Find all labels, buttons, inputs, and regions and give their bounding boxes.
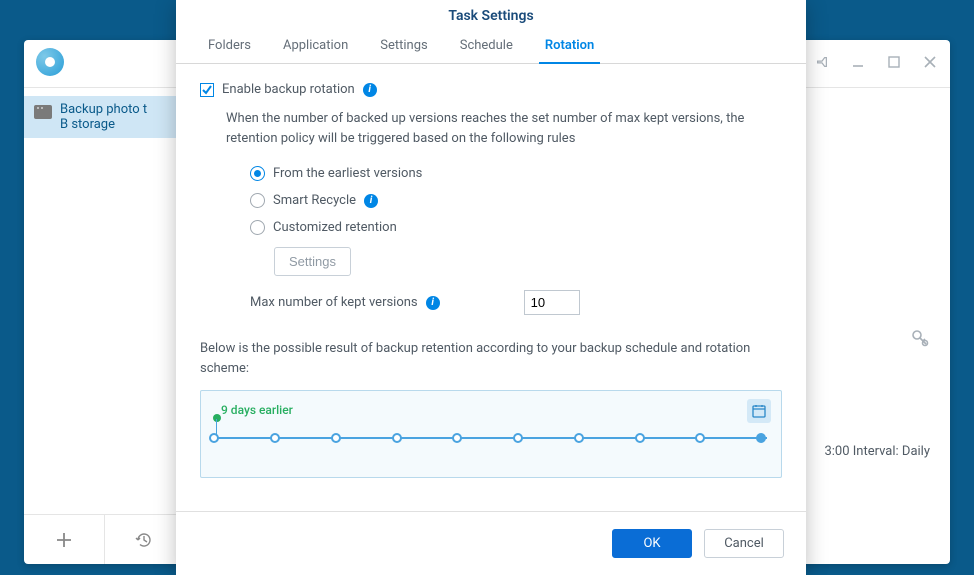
- timeline-point: [756, 433, 766, 443]
- timeline-point: [452, 433, 462, 443]
- radio-from-earliest[interactable]: [250, 166, 265, 181]
- timeline-start-dot: [213, 414, 221, 422]
- radio-customized[interactable]: [250, 220, 265, 235]
- timeline-point: [270, 433, 280, 443]
- tab-schedule[interactable]: Schedule: [456, 32, 517, 63]
- sidebar: Backup photo t B storage: [24, 88, 184, 514]
- pin-icon[interactable]: [810, 50, 834, 74]
- timeline-point: [392, 433, 402, 443]
- radio-customized-label: Customized retention: [273, 220, 397, 235]
- timeline-point: [513, 433, 523, 443]
- plus-icon: [55, 531, 73, 549]
- timeline-point: [695, 433, 705, 443]
- schedule-summary: 3:00 Interval: Daily: [824, 444, 930, 459]
- minimize-icon[interactable]: [846, 50, 870, 74]
- check-icon: [201, 84, 213, 96]
- max-versions-input[interactable]: [524, 290, 580, 315]
- server-icon: [34, 105, 52, 119]
- retention-timeline: 9 days earlier: [200, 390, 782, 478]
- app-logo-icon: [36, 48, 64, 76]
- enable-rotation-label: Enable backup rotation: [222, 82, 355, 97]
- info-icon[interactable]: i: [426, 296, 440, 310]
- dialog-title: Task Settings: [176, 0, 806, 32]
- close-icon[interactable]: [918, 50, 942, 74]
- enable-rotation-checkbox[interactable]: [200, 83, 214, 97]
- sidebar-task-item[interactable]: Backup photo t B storage: [24, 96, 183, 138]
- tab-settings[interactable]: Settings: [376, 32, 431, 63]
- key-icon[interactable]: [910, 328, 930, 352]
- radio-smart-recycle[interactable]: [250, 193, 265, 208]
- preview-description: Below is the possible result of backup r…: [200, 315, 782, 378]
- radio-from-earliest-label: From the earliest versions: [273, 166, 422, 181]
- task-settings-dialog: Task Settings Folders Application Settin…: [176, 0, 806, 575]
- rotation-description: When the number of backed up versions re…: [200, 97, 782, 160]
- timeline-track: [215, 437, 767, 439]
- sidebar-task-label: Backup photo t B storage: [60, 102, 147, 132]
- timeline-point: [574, 433, 584, 443]
- info-icon[interactable]: i: [364, 194, 378, 208]
- ok-button[interactable]: OK: [612, 529, 692, 558]
- history-icon: [135, 531, 153, 549]
- history-button[interactable]: [105, 515, 185, 564]
- retention-settings-button: Settings: [274, 247, 351, 276]
- tabs: Folders Application Settings Schedule Ro…: [176, 32, 806, 64]
- timeline-point: [209, 433, 219, 443]
- tab-application[interactable]: Application: [279, 32, 352, 63]
- timeline-point: [331, 433, 341, 443]
- cancel-button[interactable]: Cancel: [704, 529, 784, 558]
- add-task-button[interactable]: [24, 515, 105, 564]
- tab-folders[interactable]: Folders: [204, 32, 255, 63]
- timeline-marker-label: 9 days earlier: [221, 403, 773, 417]
- max-versions-label: Max number of kept versions: [250, 295, 418, 310]
- info-icon[interactable]: i: [363, 83, 377, 97]
- tab-rotation[interactable]: Rotation: [541, 32, 598, 63]
- timeline-point: [635, 433, 645, 443]
- maximize-icon[interactable]: [882, 50, 906, 74]
- radio-smart-recycle-label: Smart Recycle: [273, 193, 356, 208]
- dialog-footer: OK Cancel: [176, 511, 806, 575]
